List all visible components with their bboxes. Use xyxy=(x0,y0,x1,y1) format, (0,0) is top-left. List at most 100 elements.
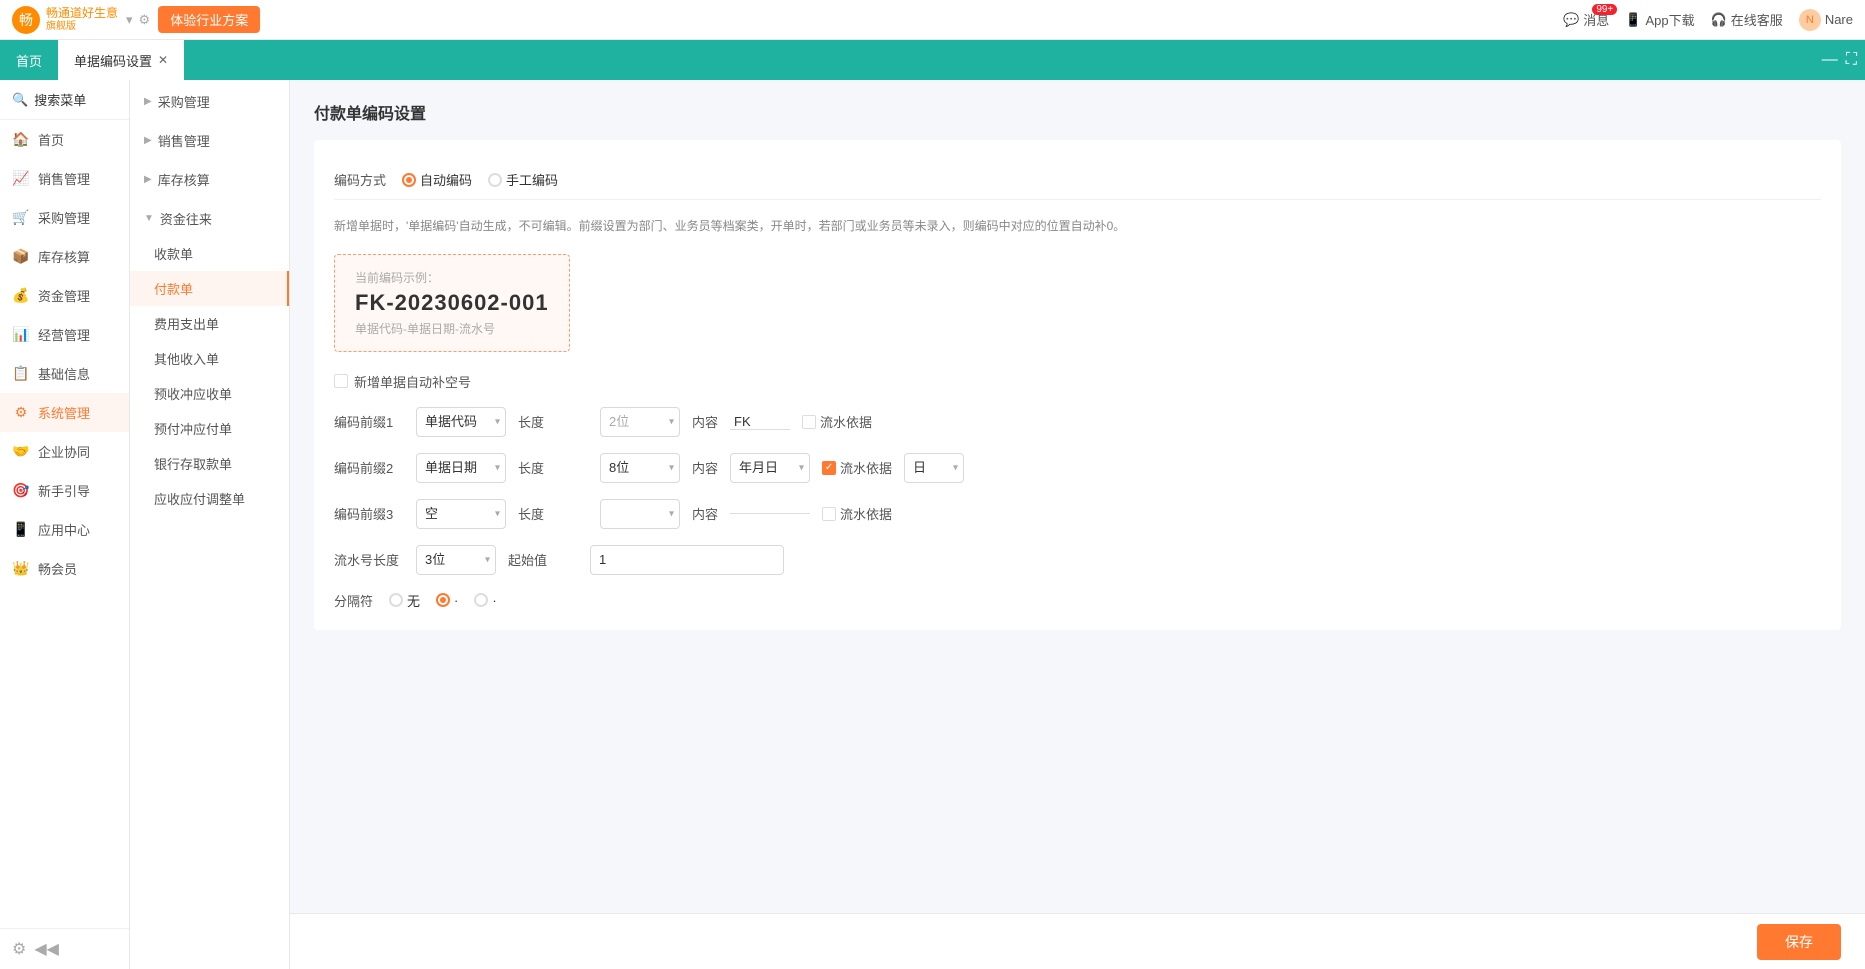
separator-label: 分隔符 xyxy=(334,591,373,610)
encoding-card: 编码方式 自动编码 手工编码 xyxy=(314,140,1841,630)
sidebar-item-purchase[interactable]: 🛒 采购管理 xyxy=(0,198,129,237)
separator-row: 分隔符 无 · · xyxy=(334,591,1821,610)
sub-group-purchase: ▶ 采购管理 xyxy=(130,84,289,119)
prefix3-length-label: 长度 xyxy=(518,504,588,523)
brand-text: 畅通道好生意 旗舰版 xyxy=(46,6,118,32)
main-layout: 🔍 搜索菜单 🏠 首页 📈 销售管理 🛒 采购管理 📦 库存核算 💰 资金管理 … xyxy=(0,80,1865,969)
separator-dash-option[interactable]: · xyxy=(436,593,458,608)
prefix2-flow-select-wrapper: 日 月 年 ▾ xyxy=(904,453,964,483)
prefix1-flow-checkbox[interactable] xyxy=(802,415,816,429)
sub-group-sales: ▶ 销售管理 xyxy=(130,123,289,158)
prefix2-content-label: 内容 xyxy=(692,458,718,477)
tab-encoding[interactable]: 单据编码设置 ✕ xyxy=(58,40,184,80)
prefix3-flow-checkbox[interactable] xyxy=(822,507,836,521)
manual-encode-radio[interactable] xyxy=(488,173,502,187)
minimize-button[interactable]: — xyxy=(1822,51,1838,69)
operations-icon: 📊 xyxy=(12,326,30,344)
trial-button[interactable]: 体验行业方案 xyxy=(158,6,260,33)
sidebar-item-home[interactable]: 🏠 首页 xyxy=(0,120,129,159)
separator-none-option[interactable]: 无 xyxy=(389,591,420,610)
prefix3-select[interactable]: 空 单据代码 单据日期 xyxy=(416,499,506,529)
prefix2-length-select[interactable]: 8位 xyxy=(600,453,680,483)
service-icon: 🎧 xyxy=(1711,12,1727,28)
serial-row: 流水号长度 3位 4位 5位 ▾ 起始值 xyxy=(334,545,1821,575)
separator-dot-option[interactable]: · xyxy=(474,593,496,608)
separator-dash-radio[interactable] xyxy=(436,593,450,607)
chevron-right-icon-3: ▶ xyxy=(144,174,152,185)
serial-start-label: 起始值 xyxy=(508,550,578,569)
prefix2-flow-select[interactable]: 日 月 年 xyxy=(904,453,964,483)
sidebar-item-basic[interactable]: 📋 基础信息 xyxy=(0,354,129,393)
serial-length-select[interactable]: 3位 4位 5位 xyxy=(416,545,496,575)
nav-expand-icon[interactable]: ▾ xyxy=(126,12,133,28)
sub-item-bank[interactable]: 银行存取款单 xyxy=(130,446,289,481)
sub-group-purchase-title[interactable]: ▶ 采购管理 xyxy=(130,84,289,119)
sub-item-other-income[interactable]: 其他收入单 xyxy=(130,341,289,376)
message-button[interactable]: 💬 消息 99+ xyxy=(1563,10,1609,29)
home-icon: 🏠 xyxy=(12,131,30,149)
footer-settings-icon[interactable]: ⚙ xyxy=(12,939,26,959)
auto-fill-checkbox[interactable] xyxy=(334,374,348,388)
topbar-left: 畅 畅通道好生意 旗舰版 ▾ ⚙ 体验行业方案 xyxy=(12,6,260,34)
app-download-button[interactable]: 📱 App下载 xyxy=(1625,10,1694,29)
sub-group-finance-title[interactable]: ▼ 资金往来 xyxy=(130,201,289,236)
page-title: 付款单编码设置 xyxy=(314,100,1841,124)
preview-code: FK-20230602-001 xyxy=(355,290,549,316)
sidebar-item-system[interactable]: ⚙ 系统管理 xyxy=(0,393,129,432)
serial-length-label: 流水号长度 xyxy=(334,550,404,569)
user-menu[interactable]: N Nare xyxy=(1799,9,1853,31)
auto-encode-radio[interactable] xyxy=(402,173,416,187)
bottom-bar: 保存 xyxy=(290,913,1865,969)
company-icon: 🤝 xyxy=(12,443,30,461)
sidebar-item-company[interactable]: 🤝 企业协同 xyxy=(0,432,129,471)
save-button[interactable]: 保存 xyxy=(1757,924,1841,960)
prefix2-length-label: 长度 xyxy=(518,458,588,477)
prefix2-content-select[interactable]: 年月日 年月 年 xyxy=(730,453,810,483)
separator-dot-radio[interactable] xyxy=(474,593,488,607)
prefix2-select[interactable]: 单据日期 xyxy=(416,453,506,483)
message-icon: 💬 xyxy=(1563,12,1579,28)
sidebar-item-sales[interactable]: 📈 销售管理 xyxy=(0,159,129,198)
auto-encode-option[interactable]: 自动编码 xyxy=(402,170,472,189)
prefix2-label: 编码前缀2 xyxy=(334,458,404,477)
sidebar-item-member[interactable]: 👑 畅会员 xyxy=(0,549,129,588)
prefix2-length-wrapper: 8位 ▾ xyxy=(600,453,680,483)
prefix1-length-select[interactable]: 2位 xyxy=(600,407,680,437)
sidebar-search[interactable]: 🔍 搜索菜单 xyxy=(0,80,129,120)
purchase-icon: 🛒 xyxy=(12,209,30,227)
tab-home[interactable]: 首页 xyxy=(0,40,58,80)
tab-close-icon[interactable]: ✕ xyxy=(158,53,168,67)
sub-item-expense[interactable]: 费用支出单 xyxy=(130,306,289,341)
sidebar-item-operations[interactable]: 📊 经营管理 xyxy=(0,315,129,354)
sub-group-inventory-title[interactable]: ▶ 库存核算 xyxy=(130,162,289,197)
sub-item-advance-receivable[interactable]: 预收冲应收单 xyxy=(130,376,289,411)
prefix1-length-wrapper: 2位 ▾ xyxy=(600,407,680,437)
prefix3-length-select[interactable] xyxy=(600,499,680,529)
manual-encode-option[interactable]: 手工编码 xyxy=(488,170,558,189)
settings-icon[interactable]: ⚙ xyxy=(139,12,151,28)
serial-start-input[interactable] xyxy=(590,545,784,575)
sidebar-item-finance[interactable]: 💰 资金管理 xyxy=(0,276,129,315)
separator-none-radio[interactable] xyxy=(389,593,403,607)
sub-item-payment[interactable]: 付款单 xyxy=(130,271,289,306)
sub-group-sales-title[interactable]: ▶ 销售管理 xyxy=(130,123,289,158)
maximize-button[interactable]: ⛶ xyxy=(1846,51,1857,69)
guide-icon: 🎯 xyxy=(12,482,30,500)
prefix2-row: 编码前缀2 单据日期 ▾ 长度 8位 ▾ 内容 xyxy=(334,453,1821,483)
prefix1-flow-label: 流水依据 xyxy=(820,412,872,431)
sidebar-item-guide[interactable]: 🎯 新手引导 xyxy=(0,471,129,510)
sub-item-adjust[interactable]: 应收应付调整单 xyxy=(130,481,289,516)
sub-item-receipt[interactable]: 收款单 xyxy=(130,236,289,271)
sidebar-item-apps[interactable]: 📱 应用中心 xyxy=(0,510,129,549)
footer-collapse-icon[interactable]: ◀◀ xyxy=(34,939,59,959)
sub-item-advance-payable[interactable]: 预付冲应付单 xyxy=(130,411,289,446)
prefix1-select[interactable]: 单据代码 空 xyxy=(416,407,506,437)
finance-icon: 💰 xyxy=(12,287,30,305)
online-service-button[interactable]: 🎧 在线客服 xyxy=(1711,10,1783,29)
tabbar-actions: — ⛶ xyxy=(1822,51,1865,69)
sidebar-item-inventory[interactable]: 📦 库存核算 xyxy=(0,237,129,276)
tabbar: 首页 单据编码设置 ✕ — ⛶ xyxy=(0,40,1865,80)
prefix2-flow-checkbox[interactable] xyxy=(822,461,836,475)
prefix1-label: 编码前缀1 xyxy=(334,412,404,431)
prefix1-row: 编码前缀1 单据代码 空 ▾ 长度 2位 ▾ xyxy=(334,407,1821,437)
